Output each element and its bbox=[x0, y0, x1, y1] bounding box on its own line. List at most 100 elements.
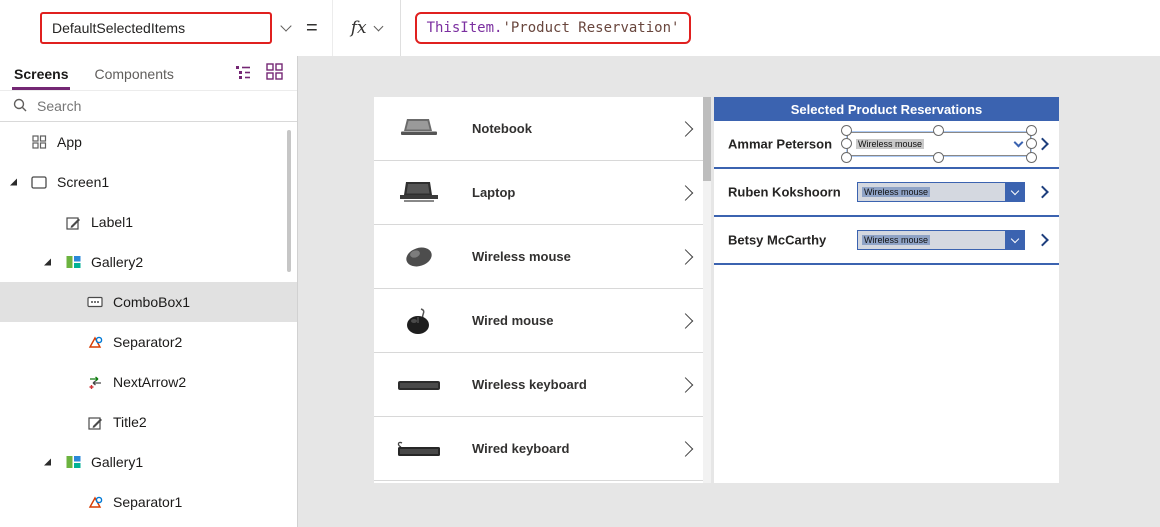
reservation-combobox[interactable]: Wireless mouse bbox=[857, 182, 1025, 202]
chevron-right-icon[interactable] bbox=[1036, 185, 1049, 199]
wired-mouse-image bbox=[394, 307, 444, 335]
selection-handle[interactable] bbox=[1026, 152, 1037, 163]
tree-item-nextarrow2[interactable]: NextArrow2 bbox=[0, 362, 297, 402]
chevron-right-icon[interactable] bbox=[677, 248, 694, 265]
combobox-value-wrap: Wireless mouse bbox=[858, 231, 1005, 249]
property-dropdown[interactable]: DefaultSelectedItems bbox=[40, 12, 272, 44]
chevron-down-icon bbox=[373, 21, 384, 32]
label-icon bbox=[64, 215, 82, 230]
search-placeholder: Search bbox=[37, 98, 82, 114]
chevron-right-icon[interactable] bbox=[1036, 233, 1049, 247]
chevron-right-icon[interactable] bbox=[677, 184, 694, 201]
separator-icon bbox=[86, 335, 104, 349]
selection-handle[interactable] bbox=[841, 125, 852, 136]
expander-icon[interactable] bbox=[10, 178, 17, 186]
chevron-down-icon[interactable] bbox=[280, 20, 292, 32]
panel-view-toggles bbox=[234, 63, 283, 90]
tree-view-icon[interactable] bbox=[234, 64, 252, 85]
reservation-person-name: Ammar Peterson bbox=[728, 136, 833, 152]
product-name: Wireless mouse bbox=[472, 249, 571, 264]
app-canvas: Notebook Laptop Wireless mouse Wired mouse W… bbox=[298, 56, 1160, 527]
selection-handle[interactable] bbox=[933, 152, 944, 163]
tree-item-label1[interactable]: Label1 bbox=[0, 202, 297, 242]
tree-view: App Screen1 Label1 Gallery2 ComboBox1 Separat… bbox=[0, 122, 297, 522]
product-row[interactable]: Wired mouse bbox=[374, 289, 711, 353]
chevron-down-icon[interactable] bbox=[1013, 137, 1024, 148]
combobox-dropdown-button[interactable] bbox=[1005, 231, 1024, 249]
combobox-value: Wireless mouse bbox=[862, 187, 931, 197]
gallery-icon bbox=[64, 255, 82, 269]
tree-item-combobox1[interactable]: ComboBox1 bbox=[0, 282, 297, 322]
selection-handle[interactable] bbox=[933, 125, 944, 136]
formula-toolbar: DefaultSelectedItems = fx ThisItem. 'Prod… bbox=[0, 0, 1160, 56]
combobox-dropdown-button[interactable] bbox=[1005, 183, 1024, 201]
nextarrow-icon bbox=[86, 375, 104, 390]
tree-item-label: NextArrow2 bbox=[113, 374, 187, 390]
product-row[interactable]: Wired keyboard bbox=[374, 417, 711, 481]
chevron-down-icon bbox=[1010, 234, 1019, 243]
product-gallery-rows: Notebook Laptop Wireless mouse Wired mouse W… bbox=[374, 97, 711, 481]
reservation-combobox-selected[interactable]: Wireless mouse bbox=[841, 125, 1037, 163]
tree-item-label: Screen1 bbox=[57, 174, 110, 190]
fx-label: fx bbox=[350, 18, 367, 38]
reservation-gallery-header: Selected Product Reservations bbox=[714, 97, 1059, 121]
product-row[interactable]: Wireless keyboard bbox=[374, 353, 711, 417]
main-content: Screens Components Search App Screen1 Labe… bbox=[0, 56, 1160, 527]
reservation-combobox[interactable]: Wireless mouse bbox=[857, 230, 1025, 250]
tab-components[interactable]: Components bbox=[92, 60, 175, 90]
reservation-row[interactable]: Ammar Peterson Wireless mouse bbox=[714, 121, 1059, 169]
reservation-row[interactable]: Ruben Kokshoorn Wireless mouse bbox=[714, 169, 1059, 217]
tab-screens[interactable]: Screens bbox=[12, 60, 71, 90]
tree-item-label: App bbox=[57, 134, 82, 150]
expander-icon[interactable] bbox=[44, 258, 51, 266]
product-name: Notebook bbox=[472, 121, 532, 136]
product-row[interactable]: Wireless mouse bbox=[374, 225, 711, 289]
fx-dropdown[interactable]: fx bbox=[331, 0, 401, 56]
grid-view-icon[interactable] bbox=[266, 63, 283, 85]
expander-icon[interactable] bbox=[44, 458, 51, 466]
product-name: Wired mouse bbox=[472, 313, 554, 328]
reservation-person-name: Ruben Kokshoorn bbox=[728, 184, 841, 200]
search-icon bbox=[12, 97, 28, 116]
title-icon bbox=[86, 415, 104, 430]
formula-input[interactable]: ThisItem. 'Product Reservation' bbox=[414, 12, 692, 44]
notebook-image bbox=[394, 118, 444, 140]
selection-handle[interactable] bbox=[1026, 125, 1037, 136]
tree-item-gallery1[interactable]: Gallery1 bbox=[0, 442, 297, 482]
tree-item-gallery2[interactable]: Gallery2 bbox=[0, 242, 297, 282]
search-input[interactable]: Search bbox=[0, 90, 297, 122]
reservation-person-name: Betsy McCarthy bbox=[728, 232, 827, 248]
product-name: Laptop bbox=[472, 185, 516, 200]
panel-tabs: Screens Components bbox=[0, 56, 297, 90]
product-row[interactable]: Notebook bbox=[374, 97, 711, 161]
tree-item-label: Label1 bbox=[91, 214, 134, 230]
combobox-value-wrap: Wireless mouse bbox=[858, 183, 1005, 201]
gallery-scrollbar[interactable] bbox=[703, 97, 711, 483]
chevron-right-icon[interactable] bbox=[677, 312, 694, 329]
product-row[interactable]: Laptop bbox=[374, 161, 711, 225]
tree-item-separator2[interactable]: Separator2 bbox=[0, 322, 297, 362]
combobox-value: Wireless mouse bbox=[862, 235, 931, 245]
reservation-row[interactable]: Betsy McCarthy Wireless mouse bbox=[714, 217, 1059, 265]
wired-keyboard-image bbox=[394, 439, 444, 459]
chevron-right-icon[interactable] bbox=[677, 376, 694, 393]
selection-handle[interactable] bbox=[841, 138, 852, 149]
gallery-scrollbar-thumb[interactable] bbox=[703, 97, 711, 181]
tree-item-title2[interactable]: Title2 bbox=[0, 402, 297, 442]
panel-scrollbar[interactable] bbox=[287, 130, 291, 272]
chevron-right-icon[interactable] bbox=[677, 120, 694, 137]
tree-item-label: Gallery1 bbox=[91, 454, 144, 470]
selection-handle[interactable] bbox=[841, 152, 852, 163]
tree-item-app[interactable]: App bbox=[0, 122, 297, 162]
tree-item-label: ComboBox1 bbox=[113, 294, 191, 310]
chevron-right-icon[interactable] bbox=[677, 440, 694, 457]
reservation-gallery-rows: Ammar Peterson Wireless mouse Ruben Koksho… bbox=[714, 121, 1059, 265]
chevron-right-icon[interactable] bbox=[1036, 137, 1049, 151]
tree-item-screen1[interactable]: Screen1 bbox=[0, 162, 297, 202]
chevron-down-icon bbox=[1010, 186, 1019, 195]
tree-item-label: Separator1 bbox=[113, 494, 183, 510]
wireless-keyboard-image bbox=[394, 376, 444, 394]
formula-property-token: 'Product Reservation' bbox=[502, 20, 680, 36]
combobox-value: Wireless mouse bbox=[856, 139, 925, 149]
tree-item-separator1[interactable]: Separator1 bbox=[0, 482, 297, 522]
